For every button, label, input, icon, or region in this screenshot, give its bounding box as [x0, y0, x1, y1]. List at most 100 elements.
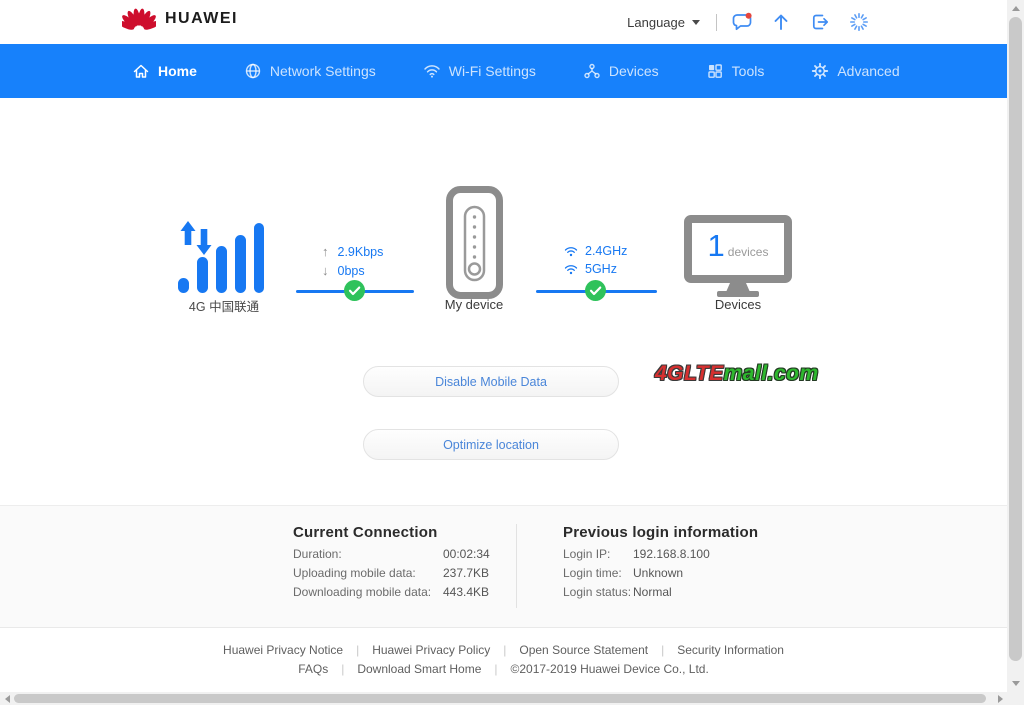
nav-item-label: Tools — [732, 63, 765, 79]
network-carrier-label: 4G 中国联通 — [168, 296, 280, 315]
nav-item-label: Advanced — [837, 63, 899, 79]
optimize-location-button[interactable]: Optimize location — [363, 429, 619, 460]
footer-separator: | — [341, 662, 344, 676]
info-label: Uploading mobile data: — [293, 567, 443, 579]
huawei-logo: HUAWEI — [122, 6, 238, 32]
vertical-scrollbar-thumb[interactable] — [1009, 17, 1022, 661]
device-count-readout: 1 devices — [684, 228, 792, 264]
signal-bars-icon — [178, 221, 264, 293]
previous-login-block: Previous login information Login IP: 192… — [563, 524, 758, 598]
brand-name: HUAWEI — [165, 10, 238, 28]
footer-link-security-info[interactable]: Security Information — [677, 643, 784, 657]
horizontal-scrollbar[interactable] — [0, 692, 1007, 705]
footer-copyright: ©2017-2019 Huawei Device Co., Ltd. — [511, 662, 709, 676]
triangle-down-icon — [1012, 681, 1020, 686]
info-value: 237.7KB — [443, 567, 489, 579]
wan-speed-readout: ↑ 2.9Kbps ↓ 0bps — [322, 244, 383, 278]
info-row: Login IP: 192.168.8.100 — [563, 548, 758, 560]
message-icon[interactable] — [731, 11, 753, 33]
topbar-actions: Language — [627, 11, 870, 33]
nav-item-label: Wi-Fi Settings — [449, 63, 536, 79]
info-value: 00:02:34 — [443, 548, 490, 560]
info-row: Duration: 00:02:34 — [293, 548, 490, 560]
disable-mobile-data-button[interactable]: Disable Mobile Data — [363, 366, 619, 397]
router-admin-page: HUAWEI Language — [0, 0, 1024, 705]
up-arrow-icon: ↑ — [322, 244, 329, 259]
language-label: Language — [627, 15, 685, 30]
footer-link-download-smart-home[interactable]: Download Smart Home — [357, 662, 481, 676]
globe-icon — [244, 62, 262, 80]
wifi-band-5-label: 5GHz — [585, 262, 617, 276]
language-selector[interactable]: Language — [627, 15, 700, 30]
update-arrow-icon[interactable] — [770, 11, 792, 33]
horizontal-scrollbar-thumb[interactable] — [14, 694, 986, 703]
down-arrow-icon: ↓ — [322, 263, 329, 278]
check-icon — [344, 280, 365, 301]
wifi-band-24-label: 2.4GHz — [585, 244, 627, 258]
connection-info-section: Current Connection Duration: 00:02:34 Up… — [0, 505, 1007, 627]
scroll-right-button[interactable] — [993, 692, 1007, 705]
wifi-small-icon — [564, 264, 578, 275]
info-label: Downloading mobile data: — [293, 586, 443, 598]
current-connection-block: Current Connection Duration: 00:02:34 Up… — [293, 524, 490, 598]
download-speed-row: ↓ 0bps — [322, 263, 383, 278]
info-value: Normal — [633, 586, 672, 598]
watermark-prefix: 4GLTE — [655, 362, 724, 385]
wifi-band-row: 5GHz — [564, 262, 627, 276]
devices-tile[interactable]: 1 devices — [684, 215, 792, 299]
top-bar: HUAWEI Language — [0, 0, 1007, 44]
footer-links-row-2: FAQs | Download Smart Home | ©2017-2019 … — [298, 662, 709, 676]
nav-item-home[interactable]: Home — [132, 62, 197, 80]
footer-link-privacy-notice[interactable]: Huawei Privacy Notice — [223, 643, 343, 657]
topbar-icon-group — [731, 11, 870, 33]
nav-item-advanced[interactable]: Advanced — [811, 62, 899, 80]
nav-item-wifi-settings[interactable]: Wi-Fi Settings — [423, 62, 536, 80]
scroll-left-button[interactable] — [0, 692, 14, 705]
info-value: 443.4KB — [443, 586, 489, 598]
topbar-divider — [716, 14, 717, 31]
my-device-label: My device — [419, 297, 529, 312]
triangle-left-icon — [5, 695, 10, 703]
nav-item-label: Network Settings — [270, 63, 376, 79]
triangle-up-icon — [1012, 6, 1020, 11]
previous-login-title: Previous login information — [563, 524, 758, 541]
huawei-flower-icon — [122, 6, 156, 32]
nav-item-label: Home — [158, 63, 197, 79]
scroll-down-button[interactable] — [1007, 675, 1024, 692]
info-value: Unknown — [633, 567, 683, 579]
watermark: 4GLTEmall.com — [655, 362, 819, 386]
triangle-right-icon — [998, 695, 1003, 703]
loading-icon[interactable] — [848, 11, 870, 33]
footer-link-privacy-policy[interactable]: Huawei Privacy Policy — [372, 643, 490, 657]
scroll-up-button[interactable] — [1007, 0, 1024, 17]
devices-label: Devices — [688, 297, 788, 312]
info-row: Login time: Unknown — [563, 567, 758, 579]
nav-item-devices[interactable]: Devices — [583, 62, 659, 80]
current-connection-title: Current Connection — [293, 524, 490, 541]
info-label: Login IP: — [563, 548, 633, 560]
footer-separator: | — [661, 643, 664, 657]
upload-speed-row: ↑ 2.9Kbps — [322, 244, 383, 259]
download-speed-value: 0bps — [338, 264, 365, 278]
scrollbar-corner — [1007, 692, 1024, 705]
upload-speed-value: 2.9Kbps — [338, 245, 384, 259]
device-count-unit: devices — [728, 245, 769, 259]
wifi-band-row: 2.4GHz — [564, 244, 627, 258]
info-label: Login time: — [563, 567, 633, 579]
nav-item-network-settings[interactable]: Network Settings — [244, 62, 376, 80]
footer-link-open-source[interactable]: Open Source Statement — [519, 643, 648, 657]
footer-separator: | — [494, 662, 497, 676]
devices-icon — [583, 62, 601, 80]
logout-icon[interactable] — [809, 11, 831, 33]
home-icon — [132, 62, 150, 80]
watermark-suffix: mall.com — [724, 362, 819, 385]
nav-item-tools[interactable]: Tools — [706, 62, 765, 80]
chevron-down-icon — [692, 20, 700, 25]
info-value: 192.168.8.100 — [633, 548, 710, 560]
device-count: 1 — [708, 228, 725, 264]
footer-separator: | — [356, 643, 359, 657]
footer-link-faqs[interactable]: FAQs — [298, 662, 328, 676]
wifi-bands-readout: 2.4GHz 5GHz — [564, 244, 627, 276]
footer-links-row-1: Huawei Privacy Notice | Huawei Privacy P… — [223, 643, 784, 657]
vertical-scrollbar[interactable] — [1007, 0, 1024, 692]
